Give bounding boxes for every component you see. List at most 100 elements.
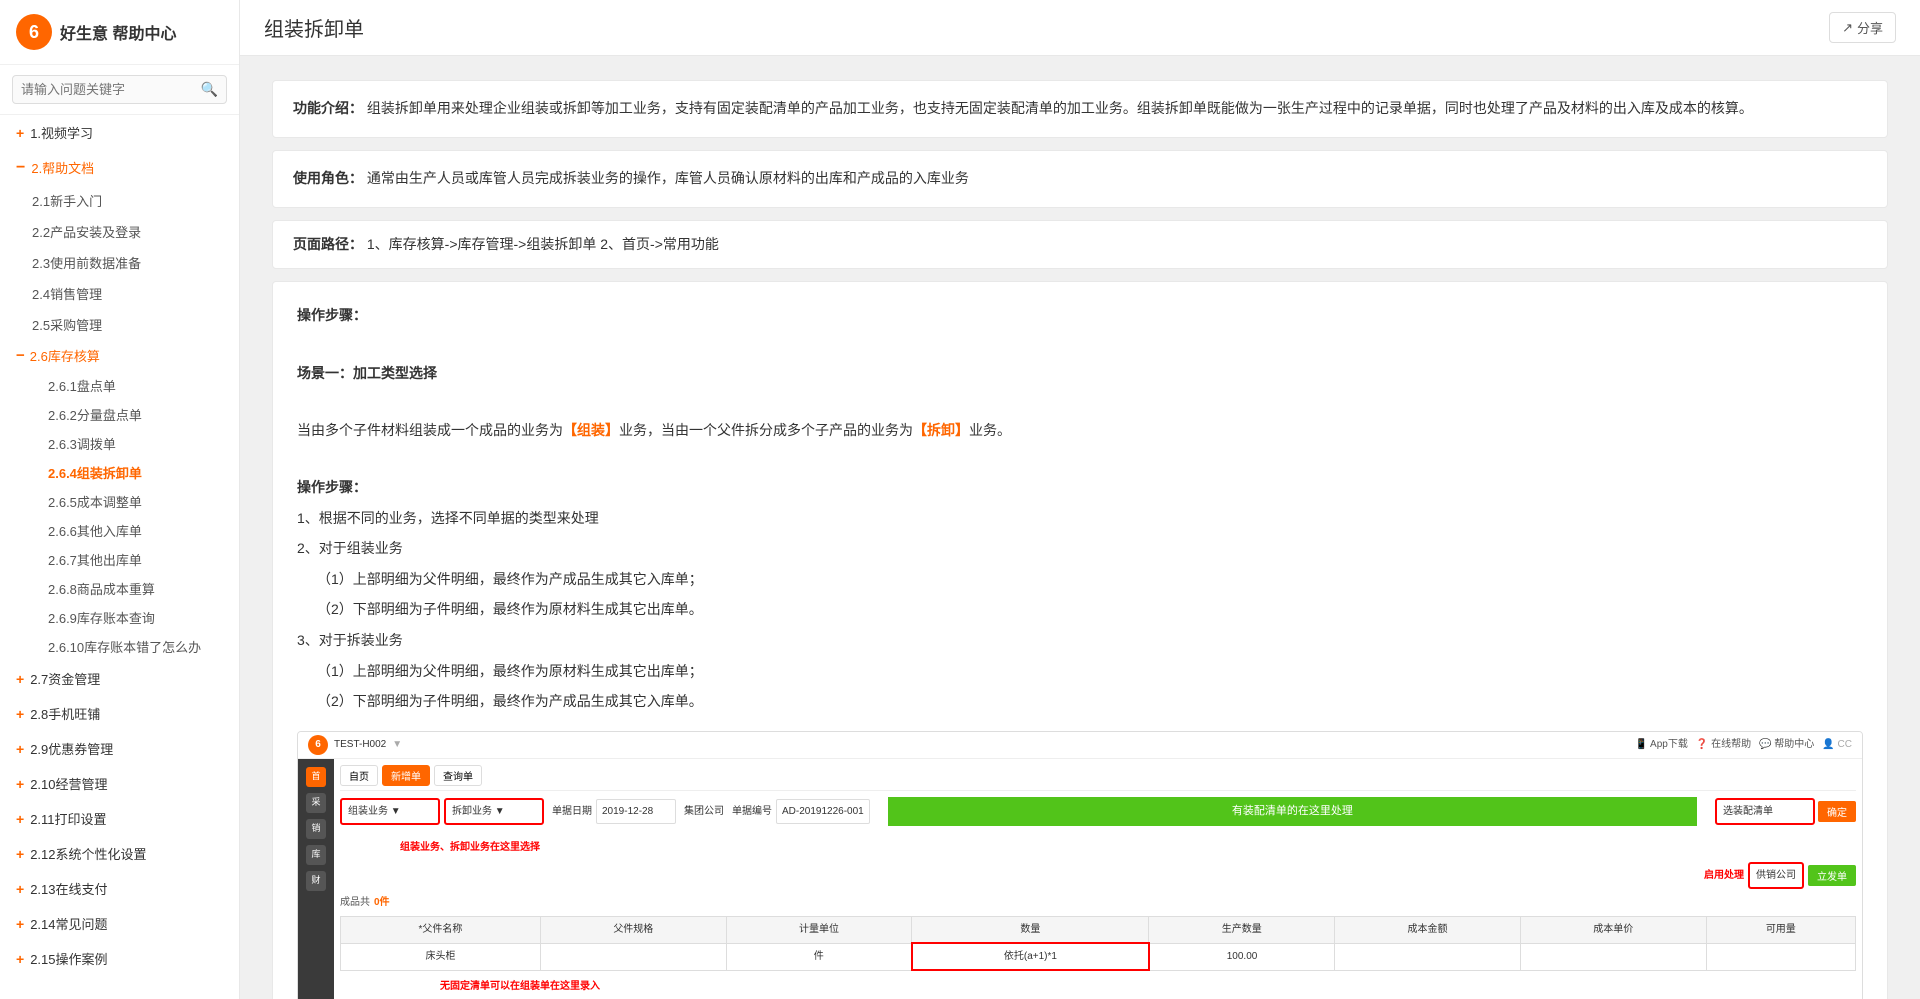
sidebar-item-2-8[interactable]: + 2.8手机旺铺 <box>0 696 239 731</box>
annotation-no-bom: 无固定清单可以在组装单在这里录入 <box>440 977 1856 996</box>
mock-help-icon: ❓ 在线帮助 <box>1696 735 1751 754</box>
mock-date-input[interactable]: 2019-12-28 <box>596 799 676 824</box>
sidebar-item-2-14[interactable]: + 2.14常见问题 <box>0 906 239 941</box>
sidebar-item-2-12[interactable]: + 2.12系统个性化设置 <box>0 836 239 871</box>
step1: 1、根据不同的业务，选择不同单据的类型来处理 <box>297 505 1863 532</box>
mock-date-field: 单据日期 2019-12-28 <box>552 799 676 824</box>
annotation-active-label: 启用处理 <box>1704 866 1744 885</box>
mock-confirm-btn[interactable]: 确定 <box>1818 801 1856 822</box>
mock-parent-cell-unit: 件 <box>726 943 912 970</box>
sidebar-item-2-6-6[interactable]: 2.6.6其他入库单 <box>0 516 239 545</box>
plus-icon: + <box>16 125 24 141</box>
mock-parent-th-8: 可用量 <box>1706 917 1855 944</box>
mock-type-dropdown[interactable]: 组装业务 ▼ <box>340 798 440 825</box>
sidebar-item-2-6-7[interactable]: 2.6.7其他出库单 <box>0 545 239 574</box>
mock-service-icon: 💬 帮助中心 <box>1759 735 1814 754</box>
mock-parent-cell-spec <box>540 943 726 970</box>
intro-text: 组装拆卸单用来处理企业组装或拆卸等加工业务，支持有固定装配清单的产品加工业务，也… <box>367 100 1753 116</box>
logo-icon: 6 <box>16 14 52 50</box>
mock-parent-table: *父件名称 父件规格 计量单位 数量 生产数量 成本金额 成本单价 可用量 <box>340 916 1856 971</box>
plus-icon-2-7: + <box>16 671 24 687</box>
mock-parent-th-7: 成本单价 <box>1520 917 1706 944</box>
mock-apply-btn[interactable]: 立发单 <box>1808 865 1856 886</box>
page-header: 组装拆卸单 ↗ 分享 <box>240 0 1920 56</box>
path-card: 页面路径： 1、库存核算->库存管理->组装拆卸单 2、首页->常用功能 <box>272 220 1888 270</box>
path-text: 1、库存核算->库存管理->组装拆卸单 2、首页->常用功能 <box>367 236 719 252</box>
mock-active-input[interactable]: 供销公司 <box>1748 862 1804 889</box>
app-name: 好生意 帮助中心 <box>60 20 176 44</box>
sidebar-item-2-11-label: 2.11打印设置 <box>30 809 106 828</box>
sidebar-item-video-label: 1.视频学习 <box>30 123 93 142</box>
sidebar-item-2-10-label: 2.10经营管理 <box>30 774 107 793</box>
sidebar: 6 好生意 帮助中心 🔍 + 1.视频学习 − 2.帮助文档 2.1新手入门 2… <box>0 0 240 999</box>
content-area: 功能介绍： 组装拆卸单用来处理企业组装或拆卸等加工业务，支持有固定装配清单的产品… <box>240 56 1920 999</box>
sidebar-item-2-9-label: 2.9优惠券管理 <box>30 739 113 758</box>
mock-tab-query[interactable]: 查询单 <box>434 765 482 786</box>
sidebar-item-2-5[interactable]: 2.5采购管理 <box>0 309 239 340</box>
sidebar-item-2-6-9[interactable]: 2.6.9库存账本查询 <box>0 603 239 632</box>
sidebar-item-2-15[interactable]: + 2.15操作案例 <box>0 941 239 976</box>
mock-titlebar: 6 TEST-H002 ▼ 📱 App下载 ❓ 在线帮助 💬 帮助中心 👤 CC <box>298 732 1862 759</box>
mock-parent-th-4: 数量 <box>912 917 1149 944</box>
mock-tab-list[interactable]: 自页 <box>340 765 378 786</box>
sidebar-item-2-3[interactable]: 2.3使用前数据准备 <box>0 247 239 278</box>
sidebar-item-2-6-8[interactable]: 2.6.8商品成本重算 <box>0 574 239 603</box>
mock-parent-cell-qty[interactable]: 依托(a+1)*1 <box>912 943 1149 970</box>
sidebar-item-2-14-label: 2.14常见问题 <box>30 914 107 933</box>
role-label: 使用角色： <box>293 170 363 186</box>
mock-tab-new[interactable]: 新增单 <box>382 765 430 786</box>
plus-icon-2-11: + <box>16 811 24 827</box>
share-button[interactable]: ↗ 分享 <box>1829 12 1896 43</box>
role-text: 通常由生产人员或库管人员完成拆装业务的操作，库管人员确认原材料的出库和产成品的入… <box>367 170 969 186</box>
mock-select-area: 选装配清单 确定 <box>1715 798 1856 825</box>
step2: 2、对于组装业务 <box>297 535 1863 562</box>
scenario-title: 场景一：加工类型选择 <box>297 365 437 381</box>
mock-green-banner: 有装配清单的在这里处理 <box>888 797 1697 826</box>
sidebar-item-2-2[interactable]: 2.2产品安装及登录 <box>0 216 239 247</box>
sidebar-item-2-6-2[interactable]: 2.6.2分量盘点单 <box>0 400 239 429</box>
sidebar-item-2-1[interactable]: 2.1新手入门 <box>0 185 239 216</box>
mock-form-row: 组装业务 ▼ 拆卸业务 ▼ 单据日期 2019-12-28 集团公司 <box>340 797 1856 826</box>
search-box[interactable]: 🔍 <box>12 75 227 104</box>
logo-area: 6 好生意 帮助中心 <box>0 0 239 65</box>
sidebar-item-video[interactable]: + 1.视频学习 <box>0 115 239 150</box>
mock-sidebar-icon3: 销 <box>306 819 326 839</box>
mock-orderno-label: 单据编号 <box>732 802 772 821</box>
mock-sidebar-icon5: 财 <box>306 871 326 891</box>
plus-icon-2-15: + <box>16 951 24 967</box>
role-card: 使用角色： 通常由生产人员或库管人员完成拆装业务的操作，库管人员确认原材料的出库… <box>272 150 1888 208</box>
search-input[interactable] <box>21 82 201 97</box>
sidebar-item-2-6-5[interactable]: 2.6.5成本调整单 <box>0 487 239 516</box>
sidebar-item-help-doc[interactable]: − 2.帮助文档 <box>0 150 239 185</box>
step2-1: （1）上部明细为父件明细，最终作为产成品生成其它入库单； <box>297 566 1863 593</box>
sidebar-item-2-4[interactable]: 2.4销售管理 <box>0 278 239 309</box>
mock-group-field: 集团公司 <box>684 802 724 821</box>
screenshot-mockup: 6 TEST-H002 ▼ 📱 App下载 ❓ 在线帮助 💬 帮助中心 👤 CC <box>297 731 1863 999</box>
sidebar-item-2-6-1[interactable]: 2.6.1盘点单 <box>0 371 239 400</box>
step3-2: （2）下部明细为子件明细，最终作为产成品生成其它入库单。 <box>297 688 1863 715</box>
mock-select-input[interactable]: 选装配清单 <box>1715 798 1815 825</box>
mock-parent-cell-cost <box>1335 943 1521 970</box>
mock-app-icon: 📱 App下载 <box>1635 735 1687 754</box>
sidebar-item-2-10[interactable]: + 2.10经营管理 <box>0 766 239 801</box>
sidebar-item-2-15-label: 2.15操作案例 <box>30 949 107 968</box>
sidebar-item-2-7[interactable]: + 2.7资金管理 <box>0 661 239 696</box>
mock-type-dropdown2[interactable]: 拆卸业务 ▼ <box>444 798 544 825</box>
search-area: 🔍 <box>0 65 239 115</box>
mock-parent-row-1: 床头柜 件 依托(a+1)*1 100.00 <box>341 943 1856 970</box>
page-title: 组装拆卸单 <box>264 13 364 42</box>
sidebar-item-2-6[interactable]: − 2.6库存核算 <box>0 340 239 371</box>
scenario-desc: 当由多个子件材料组装成一个成品的业务为【组装】业务，当由一个父件拆分成多个子产品… <box>297 417 1863 444</box>
mock-parent-cell-name: 床头柜 <box>341 943 541 970</box>
mock-sidebar-icon2: 采 <box>306 793 326 813</box>
disassemble-highlight: 【拆卸】 <box>913 422 969 438</box>
sidebar-item-2-6-3[interactable]: 2.6.3调拨单 <box>0 429 239 458</box>
mock-orderno-input[interactable]: AD-20191226-001 <box>776 799 870 824</box>
sidebar-item-2-6-10[interactable]: 2.6.10库存账本错了怎么办 <box>0 632 239 661</box>
sidebar-item-2-6-4[interactable]: 2.6.4组装拆卸单 <box>0 458 239 487</box>
search-icon[interactable]: 🔍 <box>201 81 218 98</box>
sidebar-item-2-11[interactable]: + 2.11打印设置 <box>0 801 239 836</box>
sidebar-item-2-9[interactable]: + 2.9优惠券管理 <box>0 731 239 766</box>
mock-parent-th-2: 父件规格 <box>540 917 726 944</box>
sidebar-item-2-13[interactable]: + 2.13在线支付 <box>0 871 239 906</box>
